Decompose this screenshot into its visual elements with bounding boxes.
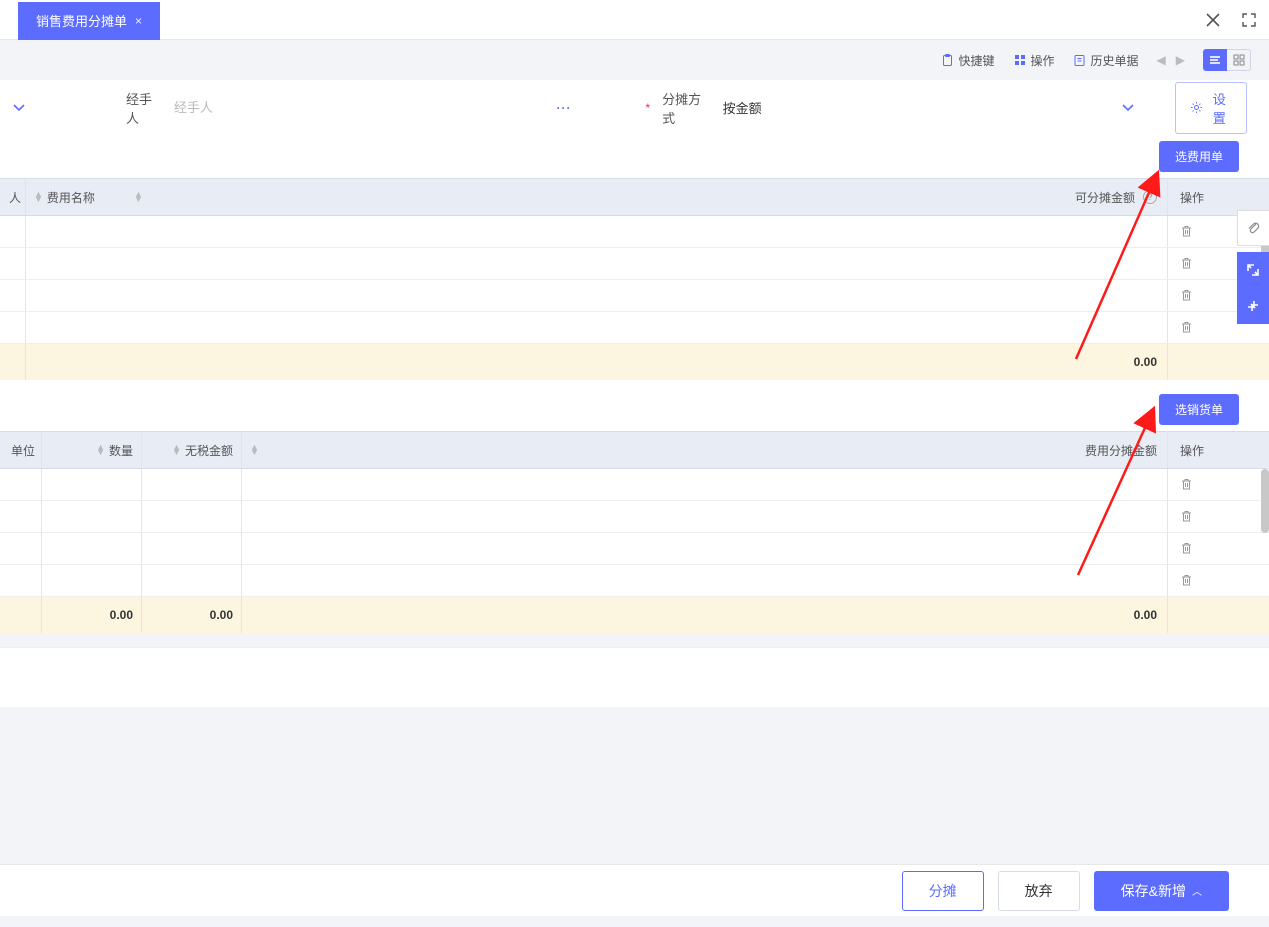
expand-in-icon[interactable]: [1237, 288, 1269, 324]
table-row[interactable]: [0, 216, 1269, 248]
view-toggle: [1203, 49, 1251, 71]
sum-qty: 0.00: [110, 608, 133, 622]
tab-close-icon[interactable]: ×: [135, 14, 142, 28]
col-no-tax[interactable]: ▲▼无税金额: [142, 432, 242, 468]
tab-title: 销售费用分摊单: [36, 11, 127, 30]
sum-alloc: 0.00: [1134, 355, 1157, 369]
clipboard-icon: [940, 53, 954, 67]
help-icon[interactable]: ?: [1143, 190, 1157, 204]
trash-icon[interactable]: [1180, 478, 1193, 491]
gear-icon: [1190, 101, 1203, 114]
notes-area: [0, 647, 1269, 707]
tab-sales-expense-allocation[interactable]: 销售费用分摊单 ×: [18, 2, 160, 40]
col-unit: 单位: [0, 432, 42, 468]
save-new-button[interactable]: 保存&新增 ︿: [1094, 871, 1229, 911]
more-icon[interactable]: ···: [552, 101, 575, 115]
scrollbar[interactable]: [1261, 469, 1269, 533]
sales-table: 单位 ▲▼数量 ▲▼无税金额 ▲▼ 费用分摊金额 操作 0.00 0.00 0.…: [0, 431, 1269, 633]
table-row[interactable]: [0, 312, 1269, 344]
chevron-down-icon[interactable]: [12, 103, 26, 113]
chevron-down-icon[interactable]: [1121, 103, 1135, 113]
col-qty[interactable]: ▲▼数量: [42, 432, 142, 468]
expense-table: 人 ▲▼ 费用名称 ▲▼ 可分摊金额 ? 操作 0.00: [0, 178, 1269, 380]
col-spacer: ▲▼: [126, 179, 1047, 215]
attachment-icon[interactable]: [1237, 210, 1269, 246]
table-row[interactable]: [0, 280, 1269, 312]
col-alloc-amount[interactable]: 可分摊金额 ?: [1047, 179, 1167, 215]
sum-notax: 0.00: [210, 608, 233, 622]
history-icon: [1073, 53, 1087, 67]
next-icon[interactable]: ▶: [1176, 53, 1185, 67]
toolbar: 快捷键 操作 历史单据 ◀ ▶: [0, 40, 1269, 80]
col-operate: 操作: [1167, 432, 1269, 468]
table-row[interactable]: [0, 533, 1269, 565]
handler-input[interactable]: [174, 100, 543, 115]
fullscreen-icon[interactable]: [1239, 10, 1259, 30]
table-row[interactable]: [0, 565, 1269, 597]
table-row[interactable]: [0, 501, 1269, 533]
close-icon[interactable]: [1203, 10, 1223, 30]
sum-fee-alloc: 0.00: [1134, 608, 1157, 622]
method-field: * 分摊方式 按金额: [645, 89, 1134, 127]
col-fee-alloc[interactable]: 费用分摊金额: [1027, 432, 1167, 468]
method-label: 分摊方式: [662, 89, 712, 127]
footer: 分摊 放弃 保存&新增 ︿: [0, 864, 1269, 916]
select-sales-bill-button[interactable]: 选销货单: [1159, 394, 1239, 425]
trash-icon[interactable]: [1180, 574, 1193, 587]
history-link[interactable]: 历史单据: [1073, 52, 1139, 69]
view-list-icon[interactable]: [1203, 49, 1227, 71]
table-sum-row: 0.00 0.00 0.00: [0, 597, 1269, 633]
col-spacer: ▲▼: [242, 432, 1027, 468]
table-sum-row: 0.00: [0, 344, 1269, 380]
trash-icon[interactable]: [1180, 510, 1193, 523]
operate-link[interactable]: 操作: [1013, 52, 1055, 69]
settings-button[interactable]: 设置: [1175, 82, 1247, 134]
handler-label: 经手人: [126, 89, 164, 127]
form-row: 经手人 ··· * 分摊方式 按金额 设置: [0, 80, 1269, 135]
col-stub: 人: [0, 179, 26, 215]
trash-icon[interactable]: [1180, 321, 1193, 334]
tab-bar: 销售费用分摊单 ×: [0, 0, 1269, 40]
handler-field: 经手人 ···: [126, 89, 575, 127]
chevron-up-icon: ︿: [1192, 883, 1202, 898]
trash-icon[interactable]: [1180, 225, 1193, 238]
discard-button[interactable]: 放弃: [998, 871, 1080, 911]
grid-icon: [1013, 53, 1027, 67]
required-icon: *: [645, 101, 650, 115]
view-grid-icon[interactable]: [1227, 49, 1251, 71]
table-row[interactable]: [0, 248, 1269, 280]
method-value[interactable]: 按金额: [723, 98, 1111, 117]
shortcuts-link[interactable]: 快捷键: [940, 52, 994, 69]
side-float: [1237, 210, 1269, 324]
select-expense-bill-button[interactable]: 选费用单: [1159, 141, 1239, 172]
col-fee-name[interactable]: ▲▼ 费用名称: [26, 179, 126, 215]
trash-icon[interactable]: [1180, 257, 1193, 270]
table-row[interactable]: [0, 469, 1269, 501]
expand-out-icon[interactable]: [1237, 252, 1269, 288]
trash-icon[interactable]: [1180, 542, 1193, 555]
allocate-button[interactable]: 分摊: [902, 871, 984, 911]
trash-icon[interactable]: [1180, 289, 1193, 302]
prev-icon[interactable]: ◀: [1157, 53, 1166, 67]
